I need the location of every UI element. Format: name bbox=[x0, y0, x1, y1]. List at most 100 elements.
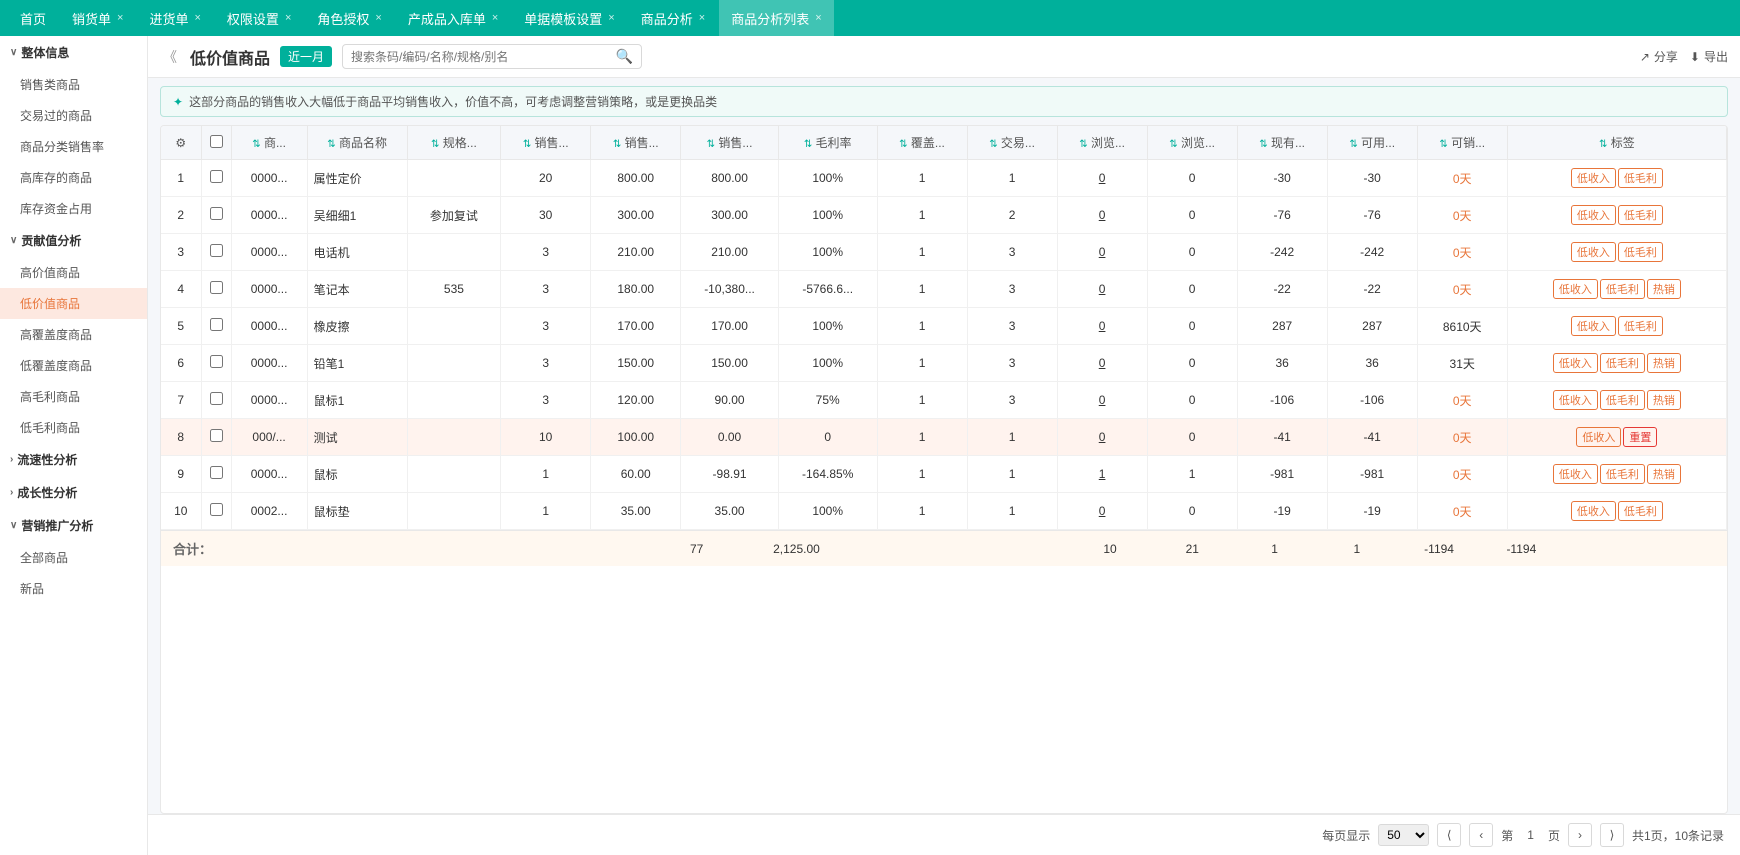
row-checkbox[interactable] bbox=[210, 355, 223, 368]
sidebar-item-high-inventory[interactable]: 高库存的商品 bbox=[0, 162, 147, 193]
share-button[interactable]: ↗ 分享 bbox=[1640, 48, 1678, 65]
sidebar-item-low-coverage[interactable]: 低覆盖度商品 bbox=[0, 350, 147, 381]
col-settings[interactable]: ⚙ bbox=[161, 126, 201, 160]
row-browse1[interactable]: 0 bbox=[1057, 382, 1147, 419]
nav-permissions[interactable]: 权限设置 × bbox=[215, 0, 303, 36]
sidebar-item-high-value[interactable]: 高价值商品 bbox=[0, 257, 147, 288]
time-filter-badge[interactable]: 近一月 bbox=[280, 46, 332, 67]
browse-link[interactable]: 0 bbox=[1099, 356, 1106, 370]
browse-link[interactable]: 0 bbox=[1099, 171, 1106, 185]
nav-home[interactable]: 首页 bbox=[8, 0, 58, 36]
close-permissions-icon[interactable]: × bbox=[285, 12, 291, 24]
row-checkbox-cell[interactable] bbox=[201, 234, 231, 271]
row-checkbox[interactable] bbox=[210, 392, 223, 405]
sidebar-collapse-button[interactable]: 《 bbox=[160, 47, 180, 67]
row-checkbox[interactable] bbox=[210, 281, 223, 294]
nav-template-settings[interactable]: 单据模板设置 × bbox=[512, 0, 626, 36]
nav-role-auth[interactable]: 角色授权 × bbox=[305, 0, 393, 36]
browse-link[interactable]: 0 bbox=[1099, 393, 1106, 407]
row-name[interactable]: 橡皮擦 bbox=[307, 308, 407, 345]
sidebar-group-marketing[interactable]: ∨ 营销推广分析 bbox=[0, 509, 147, 542]
browse-link[interactable]: 0 bbox=[1099, 208, 1106, 222]
row-checkbox[interactable] bbox=[210, 503, 223, 516]
row-browse1[interactable]: 0 bbox=[1057, 234, 1147, 271]
next-page-button[interactable]: › bbox=[1568, 823, 1592, 847]
row-browse1[interactable]: 0 bbox=[1057, 197, 1147, 234]
sidebar-item-all-products[interactable]: 全部商品 bbox=[0, 542, 147, 573]
row-num: 2 bbox=[161, 197, 201, 234]
row-browse1[interactable]: 0 bbox=[1057, 419, 1147, 456]
last-page-button[interactable]: ⟩ bbox=[1600, 823, 1624, 847]
sidebar-item-high-margin[interactable]: 高毛利商品 bbox=[0, 381, 147, 412]
sidebar-item-inventory-capital[interactable]: 库存资金占用 bbox=[0, 193, 147, 224]
row-browse1[interactable]: 1 bbox=[1057, 456, 1147, 493]
close-purchase-order-icon[interactable]: × bbox=[194, 12, 200, 24]
row-name[interactable]: 鼠标 bbox=[307, 456, 407, 493]
row-checkbox[interactable] bbox=[210, 429, 223, 442]
row-name[interactable]: 鼠标垫 bbox=[307, 493, 407, 530]
search-icon[interactable]: 🔍 bbox=[616, 48, 633, 65]
browse-link[interactable]: 0 bbox=[1099, 319, 1106, 333]
browse-link[interactable]: 1 bbox=[1099, 467, 1106, 481]
close-product-analysis-list-icon[interactable]: × bbox=[815, 12, 821, 24]
close-role-auth-icon[interactable]: × bbox=[375, 12, 381, 24]
row-checkbox[interactable] bbox=[210, 466, 223, 479]
select-all-checkbox[interactable] bbox=[210, 135, 223, 148]
nav-product-warehouse[interactable]: 产成品入库单 × bbox=[396, 0, 510, 36]
row-checkbox[interactable] bbox=[210, 170, 223, 183]
row-checkbox[interactable] bbox=[210, 207, 223, 220]
sidebar-item-new-products[interactable]: 新品 bbox=[0, 573, 147, 604]
browse-link[interactable]: 0 bbox=[1099, 282, 1106, 296]
close-product-analysis-icon[interactable]: × bbox=[699, 12, 705, 24]
row-checkbox[interactable] bbox=[210, 318, 223, 331]
prev-page-button[interactable]: ‹ bbox=[1469, 823, 1493, 847]
sidebar-group-contribution[interactable]: ∨ 贡献值分析 bbox=[0, 224, 147, 257]
sidebar-item-high-coverage[interactable]: 高覆盖度商品 bbox=[0, 319, 147, 350]
browse-link[interactable]: 0 bbox=[1099, 504, 1106, 518]
close-template-settings-icon[interactable]: × bbox=[608, 12, 614, 24]
row-checkbox-cell[interactable] bbox=[201, 308, 231, 345]
row-checkbox[interactable] bbox=[210, 244, 223, 257]
row-name[interactable]: 鼠标1 bbox=[307, 382, 407, 419]
export-button[interactable]: ⬇ 导出 bbox=[1690, 48, 1728, 65]
search-input[interactable] bbox=[351, 50, 616, 64]
row-name[interactable]: 电话机 bbox=[307, 234, 407, 271]
browse-link[interactable]: 0 bbox=[1099, 245, 1106, 259]
nav-product-analysis-list[interactable]: 商品分析列表 × bbox=[719, 0, 833, 36]
row-name[interactable]: 铅笔1 bbox=[307, 345, 407, 382]
row-browse1[interactable]: 0 bbox=[1057, 493, 1147, 530]
sidebar-group-overall[interactable]: ∨ 整体信息 bbox=[0, 36, 147, 69]
nav-product-analysis[interactable]: 商品分析 × bbox=[629, 0, 717, 36]
sidebar-item-traded-products[interactable]: 交易过的商品 bbox=[0, 100, 147, 131]
row-name[interactable]: 测试 bbox=[307, 419, 407, 456]
table-row: 1 0000... 属性定价 20 800.00 800.00 100% 1 1… bbox=[161, 160, 1727, 197]
sidebar-item-low-margin[interactable]: 低毛利商品 bbox=[0, 412, 147, 443]
close-product-warehouse-icon[interactable]: × bbox=[492, 12, 498, 24]
first-page-button[interactable]: ⟨ bbox=[1437, 823, 1461, 847]
row-checkbox-cell[interactable] bbox=[201, 382, 231, 419]
row-checkbox-cell[interactable] bbox=[201, 271, 231, 308]
row-checkbox-cell[interactable] bbox=[201, 160, 231, 197]
row-checkbox-cell[interactable] bbox=[201, 197, 231, 234]
row-checkbox-cell[interactable] bbox=[201, 456, 231, 493]
sidebar-item-category-sales-rate[interactable]: 商品分类销售率 bbox=[0, 131, 147, 162]
row-browse1[interactable]: 0 bbox=[1057, 345, 1147, 382]
sidebar-item-low-value[interactable]: 低价值商品 bbox=[0, 288, 147, 319]
row-browse1[interactable]: 0 bbox=[1057, 308, 1147, 345]
row-browse1[interactable]: 0 bbox=[1057, 271, 1147, 308]
row-name[interactable]: 笔记本 bbox=[307, 271, 407, 308]
sidebar-item-sales-products[interactable]: 销售类商品 bbox=[0, 69, 147, 100]
row-name[interactable]: 属性定价 bbox=[307, 160, 407, 197]
row-browse1[interactable]: 0 bbox=[1057, 160, 1147, 197]
nav-purchase-order[interactable]: 进货单 × bbox=[137, 0, 212, 36]
close-sales-order-icon[interactable]: × bbox=[117, 12, 123, 24]
row-name[interactable]: 吴细细1 bbox=[307, 197, 407, 234]
row-checkbox-cell[interactable] bbox=[201, 493, 231, 530]
sidebar-group-velocity[interactable]: › 流速性分析 bbox=[0, 443, 147, 476]
row-checkbox-cell[interactable] bbox=[201, 345, 231, 382]
nav-sales-order[interactable]: 销货单 × bbox=[60, 0, 135, 36]
row-checkbox-cell[interactable] bbox=[201, 419, 231, 456]
sidebar-group-growth[interactable]: › 成长性分析 bbox=[0, 476, 147, 509]
page-size-select[interactable]: 50 100 200 bbox=[1378, 824, 1429, 846]
browse-link[interactable]: 0 bbox=[1099, 430, 1106, 444]
